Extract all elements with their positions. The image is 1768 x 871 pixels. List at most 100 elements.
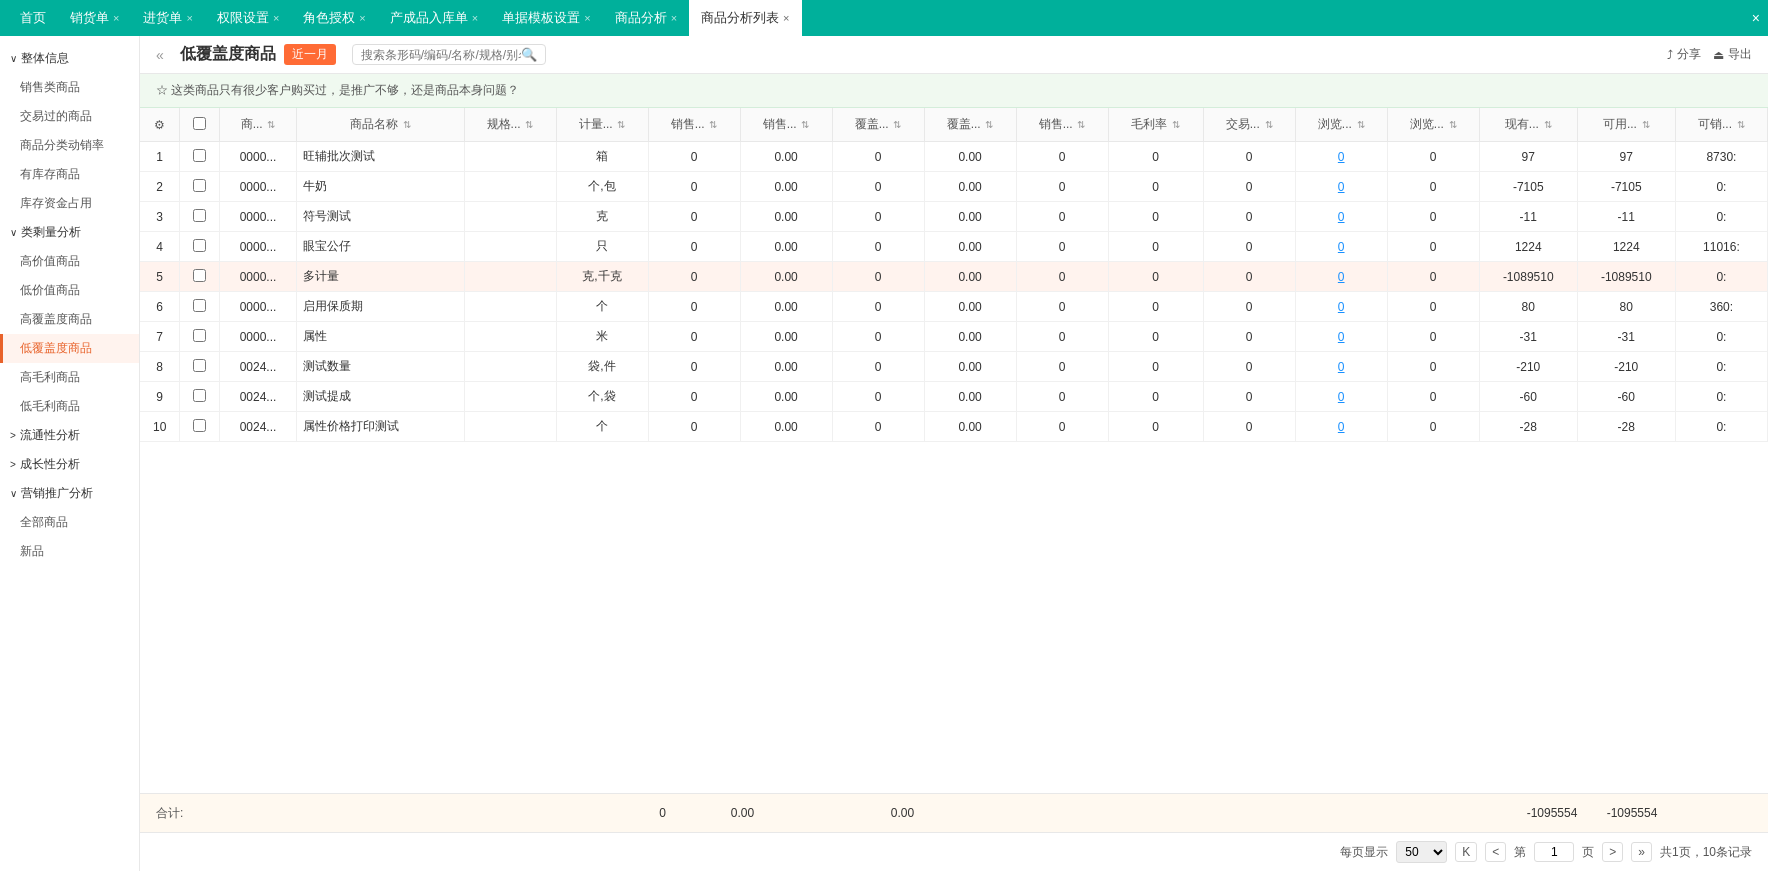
row-checkbox[interactable]	[180, 292, 220, 322]
nav-close-icon[interactable]: ×	[671, 12, 677, 24]
row-checkbox[interactable]	[180, 322, 220, 352]
col-header-sale_qty[interactable]: 销售... ⇅	[648, 108, 740, 142]
row-checkbox[interactable]	[180, 142, 220, 172]
sidebar-item-高毛利商品[interactable]: 高毛利商品	[0, 363, 139, 392]
col-header-saleable[interactable]: 可销... ⇅	[1675, 108, 1767, 142]
nav-item-产成品入库单[interactable]: 产成品入库单 ×	[378, 0, 490, 36]
nav-item-商品分析[interactable]: 商品分析 ×	[603, 0, 689, 36]
prev-page-button[interactable]: <	[1485, 842, 1506, 862]
row-view1[interactable]: 0	[1295, 322, 1387, 352]
search-input[interactable]	[361, 48, 521, 62]
sidebar-section-成长性分析[interactable]: >成长性分析	[0, 450, 139, 479]
nav-item-首页[interactable]: 首页	[8, 0, 58, 36]
col-header-gross_rate[interactable]: 毛利率 ⇅	[1108, 108, 1203, 142]
nav-close-icon[interactable]: ×	[584, 12, 590, 24]
row-checkbox[interactable]	[180, 352, 220, 382]
next-page-button[interactable]: >	[1602, 842, 1623, 862]
sort-icon-spec: ⇅	[523, 119, 534, 130]
nav-item-销货单[interactable]: 销货单 ×	[58, 0, 131, 36]
sidebar-item-交易过的商品[interactable]: 交易过的商品	[0, 102, 139, 131]
row-checkbox[interactable]	[180, 412, 220, 442]
row-view1[interactable]: 0	[1295, 292, 1387, 322]
row-checkbox[interactable]	[180, 172, 220, 202]
col-header-usable[interactable]: 可用... ⇅	[1577, 108, 1675, 142]
row-gross-rate: 0	[1108, 232, 1203, 262]
last-page-button[interactable]: »	[1631, 842, 1652, 862]
nav-close-icon[interactable]: ×	[783, 12, 789, 24]
nav-close-icon[interactable]: ×	[472, 12, 478, 24]
row-view1[interactable]: 0	[1295, 262, 1387, 292]
row-view1[interactable]: 0	[1295, 202, 1387, 232]
sidebar-item-销售类商品[interactable]: 销售类商品	[0, 73, 139, 102]
sidebar-item-商品分类动销率[interactable]: 商品分类动销率	[0, 131, 139, 160]
per-page-select[interactable]: 2050100	[1396, 841, 1447, 863]
sidebar-section-营销推广分析[interactable]: ∨营销推广分析	[0, 479, 139, 508]
nav-close-icon[interactable]: ×	[359, 12, 365, 24]
col-header-cover1[interactable]: 覆盖... ⇅	[832, 108, 924, 142]
row-select-checkbox[interactable]	[193, 359, 206, 372]
sidebar-item-低覆盖度商品[interactable]: 低覆盖度商品	[0, 334, 139, 363]
sidebar-section-整体信息[interactable]: ∨整体信息	[0, 44, 139, 73]
col-header-view2[interactable]: 浏览... ⇅	[1387, 108, 1479, 142]
col-header-spec[interactable]: 规格... ⇅	[464, 108, 556, 142]
row-select-checkbox[interactable]	[193, 209, 206, 222]
row-select-checkbox[interactable]	[193, 269, 206, 282]
col-header-name[interactable]: 商品名称 ⇅	[296, 108, 464, 142]
sidebar-item-低价值商品[interactable]: 低价值商品	[0, 276, 139, 305]
col-header-unit[interactable]: 计量... ⇅	[556, 108, 648, 142]
row-select-checkbox[interactable]	[193, 329, 206, 342]
nav-close-icon[interactable]: ×	[113, 12, 119, 24]
nav-item-商品分析列表[interactable]: 商品分析列表 ×	[689, 0, 801, 36]
sidebar-section-类剩量分析[interactable]: ∨类剩量分析	[0, 218, 139, 247]
sidebar-item-库存资金占用[interactable]: 库存资金占用	[0, 189, 139, 218]
row-checkbox[interactable]	[180, 202, 220, 232]
row-select-checkbox[interactable]	[193, 179, 206, 192]
col-header-sale3[interactable]: 销售... ⇅	[1016, 108, 1108, 142]
col-header-view1[interactable]: 浏览... ⇅	[1295, 108, 1387, 142]
row-view1[interactable]: 0	[1295, 142, 1387, 172]
row-code: 0000...	[220, 142, 296, 172]
col-header-sale_amt[interactable]: 销售... ⇅	[740, 108, 832, 142]
col-header-cover2[interactable]: 覆盖... ⇅	[924, 108, 1016, 142]
col-header-trade[interactable]: 交易... ⇅	[1203, 108, 1295, 142]
sidebar-item-有库存商品[interactable]: 有库存商品	[0, 160, 139, 189]
nav-close-icon[interactable]: ×	[273, 12, 279, 24]
col-header-code[interactable]: 商... ⇅	[220, 108, 296, 142]
row-select-checkbox[interactable]	[193, 299, 206, 312]
row-view1[interactable]: 0	[1295, 232, 1387, 262]
row-checkbox[interactable]	[180, 382, 220, 412]
row-select-checkbox[interactable]	[193, 239, 206, 252]
window-close-button[interactable]: ×	[1752, 10, 1760, 26]
table-container[interactable]: ⚙商... ⇅商品名称 ⇅规格... ⇅计量... ⇅销售... ⇅销售... …	[140, 108, 1768, 793]
row-checkbox[interactable]	[180, 232, 220, 262]
row-select-checkbox[interactable]	[193, 389, 206, 402]
sidebar-item-高覆盖度商品[interactable]: 高覆盖度商品	[0, 305, 139, 334]
row-view1[interactable]: 0	[1295, 382, 1387, 412]
export-button[interactable]: ⏏ 导出	[1713, 46, 1752, 63]
row-select-checkbox[interactable]	[193, 149, 206, 162]
row-view1[interactable]: 0	[1295, 352, 1387, 382]
nav-item-单据模板设置[interactable]: 单据模板设置 ×	[490, 0, 602, 36]
row-view1[interactable]: 0	[1295, 412, 1387, 442]
share-button[interactable]: ⤴ 分享	[1667, 46, 1701, 63]
row-view1[interactable]: 0	[1295, 172, 1387, 202]
nav-close-icon[interactable]: ×	[186, 12, 192, 24]
row-usable: 97	[1577, 142, 1675, 172]
nav-item-权限设置[interactable]: 权限设置 ×	[205, 0, 291, 36]
period-button[interactable]: 近一月	[284, 44, 336, 65]
nav-item-角色授权[interactable]: 角色授权 ×	[291, 0, 377, 36]
select-all-checkbox[interactable]	[193, 117, 206, 130]
row-select-checkbox[interactable]	[193, 419, 206, 432]
sidebar-item-新品[interactable]: 新品	[0, 537, 139, 566]
collapse-button[interactable]: «	[156, 47, 164, 63]
row-trade: 0	[1203, 412, 1295, 442]
page-input[interactable]	[1534, 842, 1574, 862]
first-page-button[interactable]: K	[1455, 842, 1477, 862]
sidebar-item-全部商品[interactable]: 全部商品	[0, 508, 139, 537]
col-header-current[interactable]: 现有... ⇅	[1479, 108, 1577, 142]
sidebar-item-低毛利商品[interactable]: 低毛利商品	[0, 392, 139, 421]
sidebar-section-流通性分析[interactable]: >流通性分析	[0, 421, 139, 450]
nav-item-进货单[interactable]: 进货单 ×	[131, 0, 204, 36]
row-checkbox[interactable]	[180, 262, 220, 292]
sidebar-item-高价值商品[interactable]: 高价值商品	[0, 247, 139, 276]
